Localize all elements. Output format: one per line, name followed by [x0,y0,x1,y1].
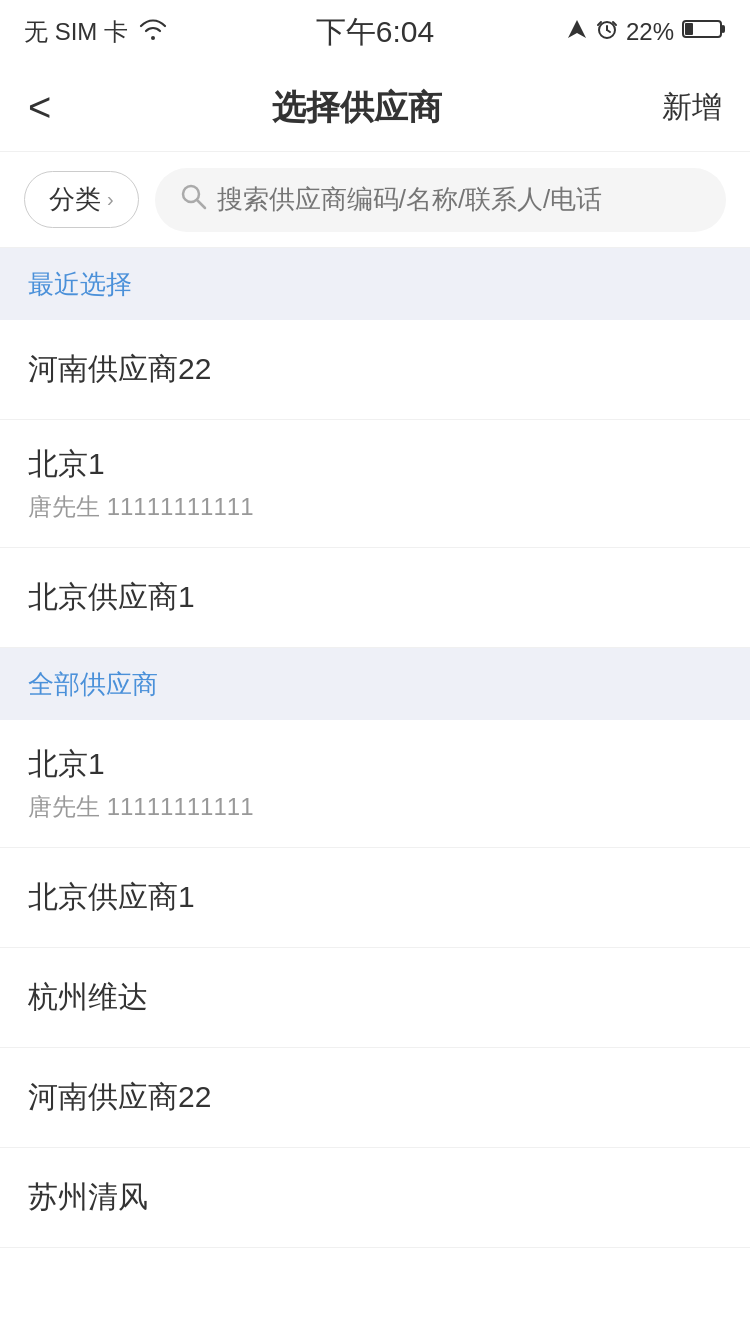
item-name: 苏州清风 [28,1177,722,1218]
item-sub: 唐先生 11111111111 [28,791,722,823]
all-items-list: 北京1 唐先生 11111111111 北京供应商1 杭州维达河南供应商22 苏州清风 [0,720,750,1248]
alarm-icon [596,18,618,46]
nav-bar: < 选择供应商 新增 [0,64,750,152]
item-name: 北京供应商1 [28,577,722,618]
list-item[interactable]: 北京供应商1 [0,848,750,948]
status-time: 下午6:04 [316,12,434,53]
item-sub: 唐先生 11111111111 [28,491,722,523]
recent-section-label: 最近选择 [28,267,132,302]
list-item[interactable]: 河南供应商22 [0,320,750,420]
battery-text: 22% [626,18,674,46]
item-name: 北京1 [28,744,722,785]
search-icon [179,182,207,217]
page-title: 选择供应商 [272,85,442,131]
all-section-header: 全部供应商 [0,648,750,720]
location-icon [566,18,588,46]
svg-line-2 [607,30,610,32]
all-section-label: 全部供应商 [28,667,158,702]
search-input[interactable] [217,184,702,215]
recent-items-list: 河南供应商22 北京1 唐先生 11111111111 北京供应商1 [0,320,750,648]
list-item[interactable]: 苏州清风 [0,1148,750,1248]
category-button[interactable]: 分类 › [24,171,139,228]
new-action-button[interactable]: 新增 [662,87,722,128]
wifi-icon [138,18,168,46]
category-label: 分类 [49,182,101,217]
search-box[interactable] [155,168,726,232]
svg-line-7 [197,200,205,208]
status-bar: 无 SIM 卡 下午6:04 22% [0,0,750,64]
list-item[interactable]: 杭州维达 [0,948,750,1048]
filter-bar: 分类 › [0,152,750,248]
item-name: 河南供应商22 [28,349,722,390]
svg-rect-4 [721,25,725,33]
back-button[interactable]: < [28,85,51,130]
list-item[interactable]: 北京1 唐先生 11111111111 [0,420,750,548]
item-name: 杭州维达 [28,977,722,1018]
list-item[interactable]: 北京1 唐先生 11111111111 [0,720,750,848]
svg-rect-5 [685,23,693,35]
item-name: 北京1 [28,444,722,485]
status-right: 22% [566,18,726,46]
carrier-text: 无 SIM 卡 [24,16,128,48]
status-left: 无 SIM 卡 [24,16,168,48]
recent-section-header: 最近选择 [0,248,750,320]
list-item[interactable]: 北京供应商1 [0,548,750,648]
battery-icon [682,18,726,46]
item-name: 河南供应商22 [28,1077,722,1118]
list-item[interactable]: 河南供应商22 [0,1048,750,1148]
chevron-right-icon: › [107,188,114,211]
item-name: 北京供应商1 [28,877,722,918]
